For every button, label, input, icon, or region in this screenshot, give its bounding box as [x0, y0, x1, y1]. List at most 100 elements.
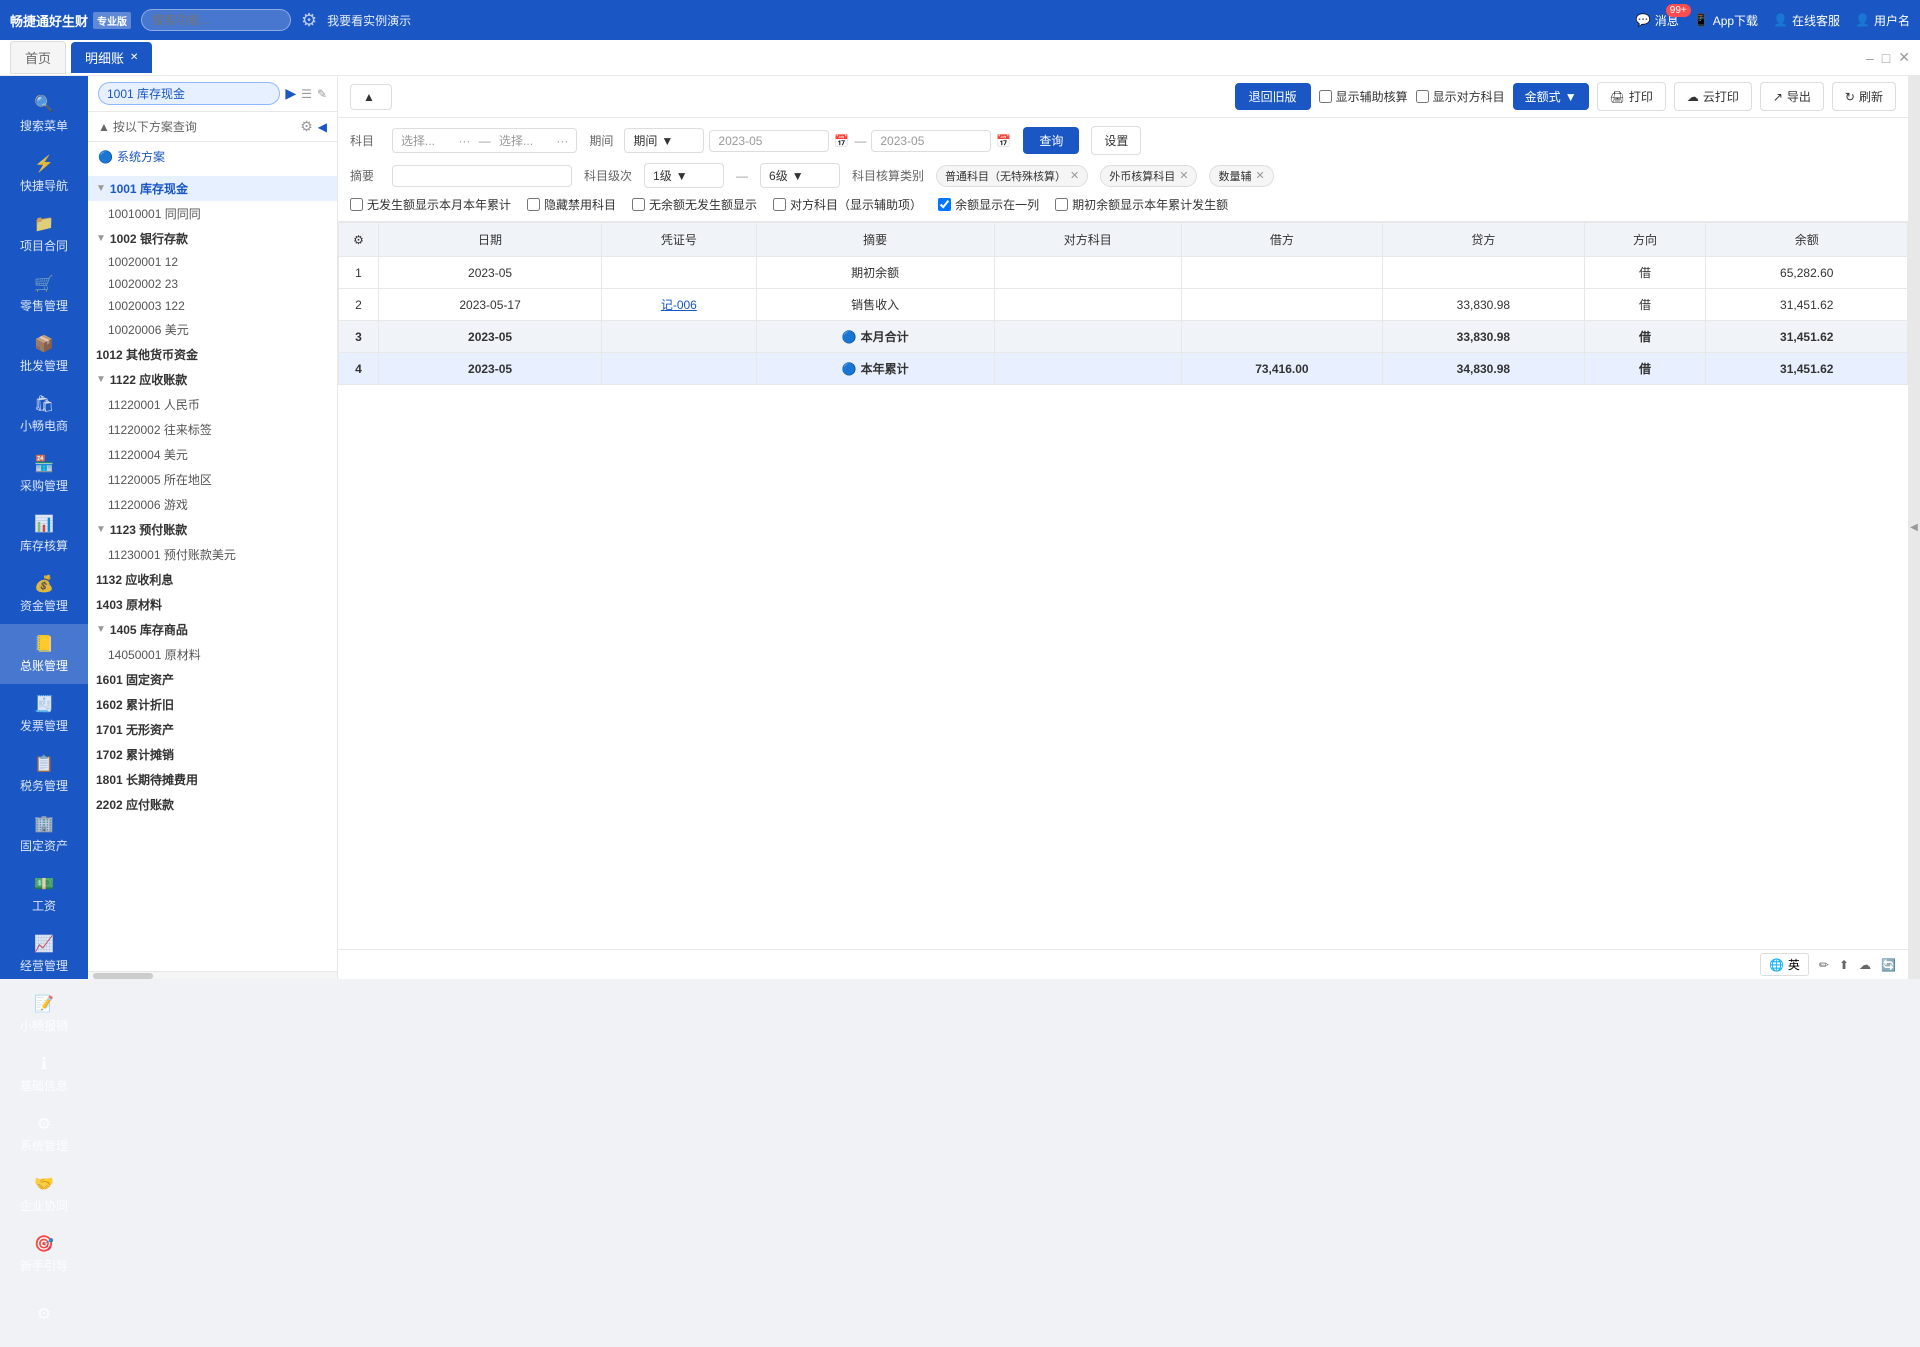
tab-close-icon[interactable]: ✕	[130, 52, 138, 63]
account-item-2202[interactable]: 2202 应付账款	[88, 792, 337, 817]
nav-item-cooperation[interactable]: 🤝 企业协同	[0, 1164, 88, 1224]
setting-btn[interactable]: 设置	[1091, 126, 1141, 155]
opt-balance-col[interactable]: 余额显示在一列	[938, 196, 1039, 213]
nav-item-invoice[interactable]: 🧾 发票管理	[0, 684, 88, 744]
account-item-10010001[interactable]: 10010001 同同同	[88, 201, 337, 226]
account-item-1123[interactable]: ▼ 1123 预付账款	[88, 517, 337, 542]
account-item-10020006[interactable]: 10020006 美元	[88, 317, 337, 342]
nav-item-capital[interactable]: 💰 资金管理	[0, 564, 88, 624]
account-item-1122[interactable]: ▼ 1122 应收账款	[88, 367, 337, 392]
calendar-icon2[interactable]: 📅	[996, 134, 1011, 148]
tab-closeall-icon[interactable]: ✕	[1898, 49, 1910, 66]
cloud-print-btn[interactable]: ☁ 云打印	[1674, 82, 1752, 111]
account-item-10020002[interactable]: 10020002 23	[88, 273, 337, 295]
opt-no-balance2-input[interactable]	[632, 198, 645, 211]
refresh-btn[interactable]: ↻ 刷新	[1832, 82, 1896, 111]
nav-item-settings[interactable]: ⚙	[32, 1294, 56, 1337]
nav-item-operations[interactable]: 📈 经营管理	[0, 924, 88, 984]
account-item-10020001[interactable]: 10020001 12	[88, 251, 337, 273]
opt-balance-col-input[interactable]	[938, 198, 951, 211]
nav-item-assets[interactable]: 🏢 固定资产	[0, 804, 88, 864]
tab-detail[interactable]: 明细账 ✕	[71, 42, 152, 73]
account-item-11220004[interactable]: 11220004 美元	[88, 442, 337, 467]
edit-status-icon[interactable]: ✏	[1819, 958, 1829, 972]
query-btn[interactable]: 查询	[1023, 127, 1079, 154]
settings-icon[interactable]: ⚙	[301, 10, 317, 31]
opt-opening-input[interactable]	[1055, 198, 1068, 211]
arrow-right-icon[interactable]: ▶	[285, 85, 296, 102]
nav-item-accounting[interactable]: 📒 总账管理	[0, 624, 88, 684]
nav-item-inventory[interactable]: 📊 库存核算	[0, 504, 88, 564]
return-old-btn[interactable]: 退回旧版	[1235, 83, 1311, 110]
nav-item-tax[interactable]: 📋 税务管理	[0, 744, 88, 804]
nav-item-project[interactable]: 📁 项目合同	[0, 204, 88, 264]
collapse-more-btn[interactable]: ▲	[350, 84, 392, 110]
filter-settings-icon[interactable]: ⚙	[300, 118, 313, 135]
account-item-14050001[interactable]: 14050001 原材料	[88, 642, 337, 667]
nav-item-reports[interactable]: 📝 小畅报销	[0, 984, 88, 1044]
opt-no-balance2[interactable]: 无余额无发生额显示	[632, 196, 757, 213]
show-opposite-checkbox[interactable]: 显示对方科目	[1416, 88, 1505, 105]
nav-item-ecommerce[interactable]: 🛍 小畅电商	[0, 384, 88, 444]
col-settings[interactable]: ⚙	[339, 223, 379, 257]
right-collapse-handle[interactable]: ◀	[1908, 76, 1920, 979]
collapse-filter-btn[interactable]: ▲ 按以下方案查询	[98, 118, 197, 135]
nav-item-payroll[interactable]: 💵 工资	[0, 864, 88, 924]
opt-no-balance[interactable]: 无发生额显示本月本年累计	[350, 196, 511, 213]
online-service-btn[interactable]: 👤 在线客服	[1773, 12, 1840, 29]
account-item-1012[interactable]: 1012 其他货币资金	[88, 342, 337, 367]
period-type-select[interactable]: 期间 ▼	[624, 128, 704, 153]
nav-item-wholesale[interactable]: 📦 批发管理	[0, 324, 88, 384]
list-icon[interactable]: ☰	[301, 87, 312, 101]
opt-opposite-input[interactable]	[773, 198, 786, 211]
lang-btn[interactable]: 🌐 英	[1760, 953, 1809, 976]
account-search-tag[interactable]: 1001 库存现金	[98, 82, 280, 105]
account-item-10020003[interactable]: 10020003 122	[88, 295, 337, 317]
account-item-1801[interactable]: 1801 长期待摊费用	[88, 767, 337, 792]
tab-home[interactable]: 首页	[10, 41, 66, 74]
account-item-1403[interactable]: 1403 原材料	[88, 592, 337, 617]
opt-opposite[interactable]: 对方科目（显示辅助项）	[773, 196, 922, 213]
period-start-input[interactable]: 2023-05	[709, 130, 829, 152]
account-sidebar-scrollbar[interactable]	[88, 971, 337, 979]
collapse-arrow-icon[interactable]: ◀	[318, 120, 327, 134]
level-start-select[interactable]: 1级 ▼	[644, 163, 724, 188]
level-end-select[interactable]: 6级 ▼	[760, 163, 840, 188]
nav-item-basic[interactable]: ℹ 基础信息	[0, 1044, 88, 1104]
upload-status-icon[interactable]: ⬆	[1839, 958, 1849, 972]
opt-no-balance-input[interactable]	[350, 198, 363, 211]
voucher-link[interactable]: 记-006	[661, 298, 697, 312]
account-item-11220001[interactable]: 11220001 人民币	[88, 392, 337, 417]
account-item-11220005[interactable]: 11220005 所在地区	[88, 467, 337, 492]
tag-close-2[interactable]: ✕	[1179, 169, 1188, 182]
account-item-1002[interactable]: ▼ 1002 银行存款	[88, 226, 337, 251]
summary-input[interactable]	[392, 165, 572, 187]
nav-item-retail[interactable]: 🛒 零售管理	[0, 264, 88, 324]
account-item-1601[interactable]: 1601 固定资产	[88, 667, 337, 692]
style-btn[interactable]: 金额式 ▼	[1513, 83, 1589, 110]
account-item-11220006[interactable]: 11220006 游戏	[88, 492, 337, 517]
calendar-icon[interactable]: 📅	[834, 134, 849, 148]
account-item-1701[interactable]: 1701 无形资产	[88, 717, 337, 742]
cloud-status-icon[interactable]: ☁	[1859, 958, 1871, 972]
nav-item-system[interactable]: ⚙ 系统管理	[0, 1104, 88, 1164]
opt-opening[interactable]: 期初余额显示本年累计发生额	[1055, 196, 1228, 213]
nav-item-quick[interactable]: ⚡ 快捷导航	[0, 144, 88, 204]
global-search-input[interactable]	[141, 9, 291, 31]
account-item-1602[interactable]: 1602 累计折旧	[88, 692, 337, 717]
opt-hide-disabled-input[interactable]	[527, 198, 540, 211]
scroll-handle[interactable]	[93, 973, 153, 979]
show-helper-checkbox[interactable]: 显示辅助核算	[1319, 88, 1408, 105]
tag-close-3[interactable]: ✕	[1255, 169, 1264, 182]
account-item-1132[interactable]: 1132 应收利息	[88, 567, 337, 592]
nav-item-guide[interactable]: 🎯 新手引导	[0, 1224, 88, 1284]
account-item-1001[interactable]: ▼ 1001 库存现金	[88, 176, 337, 201]
account-item-1702[interactable]: 1702 累计摊销	[88, 742, 337, 767]
app-download-btn[interactable]: 📱 App下载	[1694, 12, 1758, 29]
show-helper-input[interactable]	[1319, 90, 1332, 103]
demo-link[interactable]: 我要看实例演示	[327, 12, 411, 29]
account-item-11230001[interactable]: 11230001 预付账款美元	[88, 542, 337, 567]
tag-close-1[interactable]: ✕	[1070, 169, 1079, 182]
subject-input[interactable]: 选择... ··· — 选择... ···	[392, 128, 577, 153]
nav-item-search[interactable]: 🔍 搜索菜单	[0, 84, 88, 144]
